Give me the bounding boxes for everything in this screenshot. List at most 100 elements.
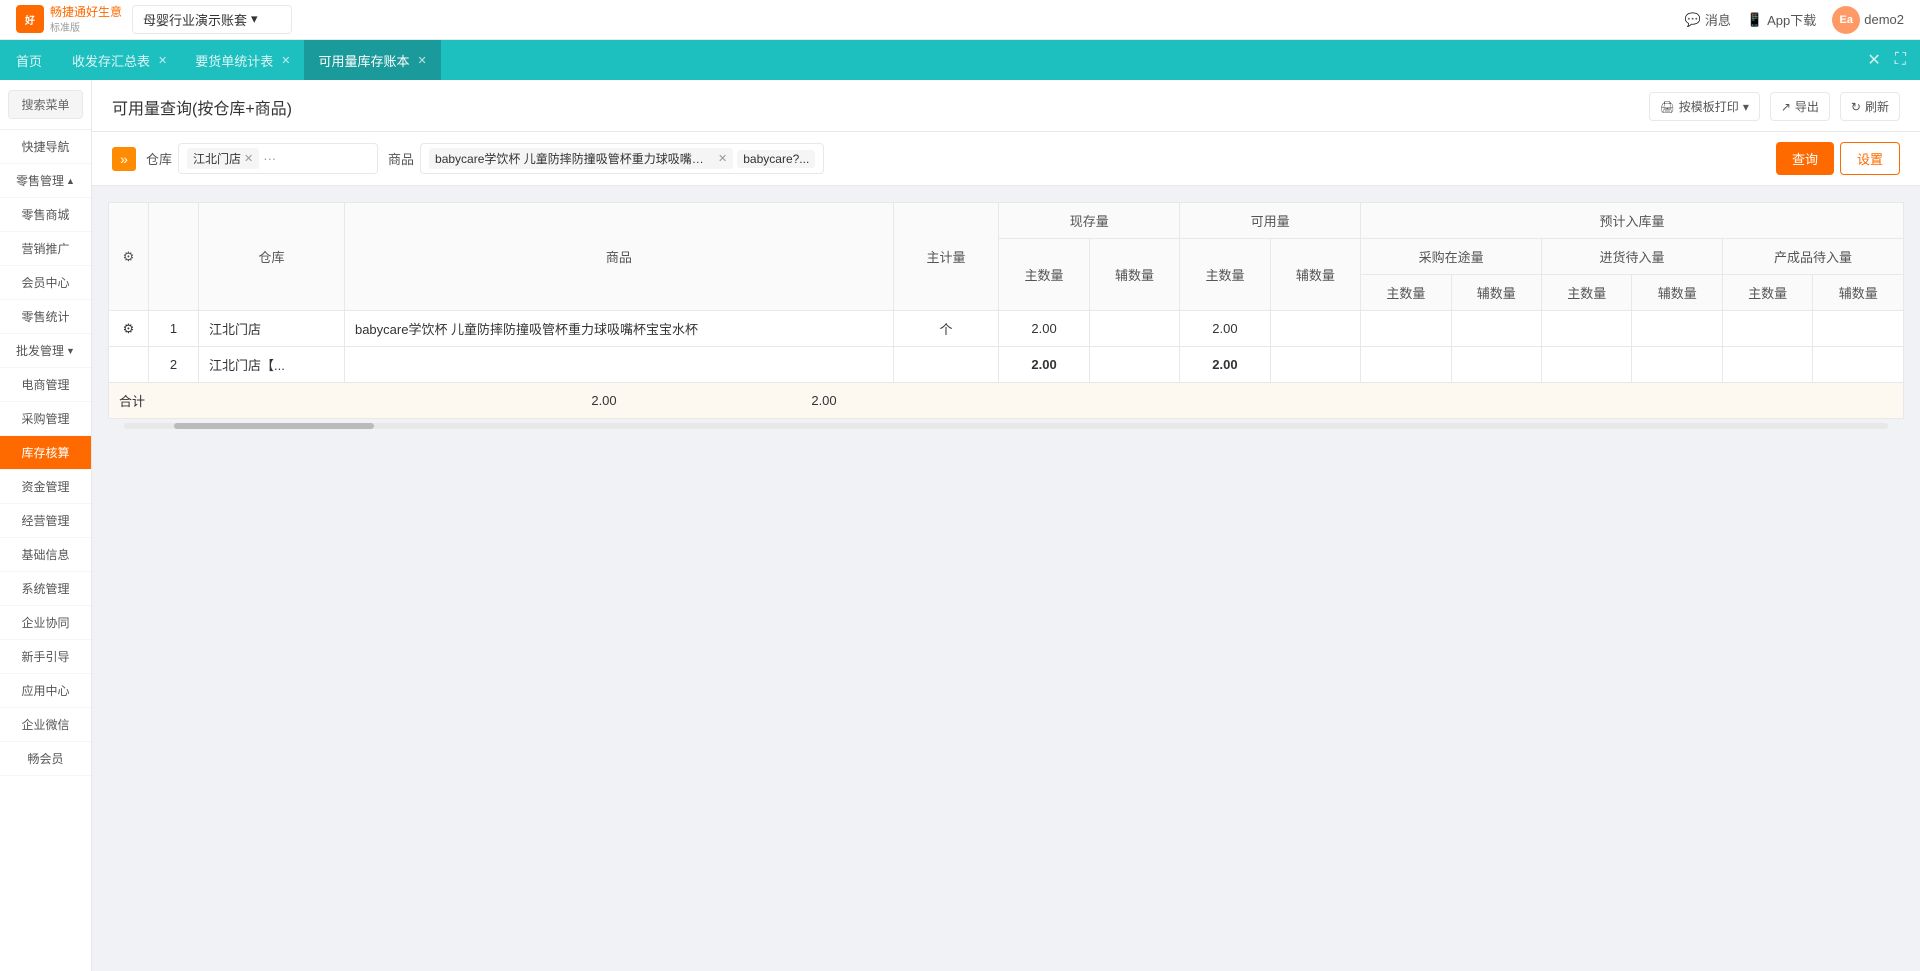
refresh-icon: ↻: [1851, 100, 1861, 114]
logo-area: 好 畅捷通好生意 标准版: [16, 5, 122, 34]
warehouse-label: 仓库: [146, 149, 172, 168]
sidebar-item-ecommerce[interactable]: 电商管理: [0, 368, 91, 402]
th-product-incoming-main: 主数量: [1722, 275, 1812, 311]
refresh-btn[interactable]: ↻ 刷新: [1840, 92, 1900, 121]
tab-available-stock[interactable]: 可用量库存账本 ✕: [304, 40, 440, 80]
th-available-main: 主数量: [1180, 239, 1270, 311]
sidebar-item-enterprise-wechat[interactable]: 企业微信: [0, 708, 91, 742]
page-header: 可用量查询(按仓库+商品) 🖨 按模板打印 ▾ ↗ 导出 ↻ 刷新: [92, 80, 1920, 132]
close-icon[interactable]: ✕: [281, 54, 290, 67]
expand-tabs[interactable]: ⛶: [1891, 51, 1910, 69]
th-settings: ⚙: [109, 203, 149, 311]
sidebar-item-enterprise-collab[interactable]: 企业协同: [0, 606, 91, 640]
product-label: 商品: [388, 149, 414, 168]
sidebar-item-quick-nav[interactable]: 快捷导航: [0, 130, 91, 164]
sidebar-item-marketing[interactable]: 营销推广: [0, 232, 91, 266]
th-available-group: 可用量: [1180, 203, 1361, 239]
th-main-unit: 主计量: [893, 203, 999, 311]
footer-available-main: 2.00: [769, 393, 879, 408]
th-product-incoming-aux: 辅数量: [1813, 275, 1904, 311]
th-incoming-group: 进货待入量: [1542, 239, 1723, 275]
tab-collections[interactable]: 收发存汇总表 ✕: [58, 40, 181, 80]
sidebar-item-purchase-mgmt[interactable]: 采购管理: [0, 402, 91, 436]
th-num: [149, 203, 199, 311]
query-btn[interactable]: 查询: [1776, 142, 1834, 175]
filter-actions: 查询 设置: [1776, 142, 1900, 175]
sidebar-item-app-center[interactable]: 应用中心: [0, 674, 91, 708]
warehouse-filter-group: 仓库 江北门店 ✕ ···: [146, 143, 378, 174]
nav-tabs-right: ✕ ⛶: [1863, 40, 1920, 80]
th-expected-in-group: 预计入库量: [1361, 203, 1904, 239]
user-menu[interactable]: Ea demo2: [1832, 6, 1904, 34]
nav-tabs: 首页 收发存汇总表 ✕ 要货单统计表 ✕ 可用量库存账本 ✕ ✕ ⛶: [0, 40, 1920, 80]
footer-label: 合计: [119, 391, 549, 410]
close-icon[interactable]: ✕: [418, 54, 427, 67]
tab-home[interactable]: 首页: [0, 40, 58, 80]
logo-icon: 好: [16, 5, 44, 33]
download-icon: 📱: [1747, 12, 1763, 28]
product-tag-1: babycare学饮杯 儿童防摔防撞吸管杯重力球吸嘴杯宝宝水杯 ✕: [429, 148, 733, 169]
th-incoming-main: 主数量: [1542, 275, 1632, 311]
sidebar-item-member-center[interactable]: 会员中心: [0, 266, 91, 300]
filter-area: » 仓库 江北门店 ✕ ··· 商品 babycare学饮杯 儿童防摔防撞吸管杯…: [92, 132, 1920, 186]
sidebar-item-inventory[interactable]: 库存核算: [0, 436, 91, 470]
top-bar: 好 畅捷通好生意 标准版 母婴行业演示账套 ▾ 💬 消息 📱 App下载 Ea …: [0, 0, 1920, 40]
th-incoming-aux: 辅数量: [1632, 275, 1722, 311]
sidebar-item-operations[interactable]: 经营管理: [0, 504, 91, 538]
export-icon: ↗: [1781, 100, 1791, 114]
app-download-btn[interactable]: 📱 App下载: [1747, 10, 1816, 29]
sidebar-item-new-guide[interactable]: 新手引导: [0, 640, 91, 674]
sidebar-item-basic-info[interactable]: 基础信息: [0, 538, 91, 572]
th-current-stock-group: 现存量: [999, 203, 1180, 239]
warehouse-tag: 江北门店 ✕: [187, 148, 259, 169]
table-row: ⚙ 1 江北门店 babycare学饮杯 儿童防摔防撞吸管杯重力球吸嘴杯宝宝水杯…: [109, 311, 1904, 347]
remove-warehouse-tag[interactable]: ✕: [244, 152, 253, 165]
chevron-down-icon: ▾: [1743, 100, 1749, 114]
sidebar-item-finance[interactable]: 资金管理: [0, 470, 91, 504]
top-bar-right: 💬 消息 📱 App下载 Ea demo2: [1685, 6, 1904, 34]
table-row: 2 江北门店【... 2.00 2.00: [109, 347, 1904, 383]
filter-expand-btn[interactable]: »: [112, 147, 136, 171]
th-warehouse: 仓库: [199, 203, 345, 311]
scroll-bar-thumb[interactable]: [174, 423, 374, 429]
th-purchase-transit-aux: 辅数量: [1451, 275, 1541, 311]
th-current-main: 主数量: [999, 239, 1089, 311]
scroll-bar-container: [108, 419, 1904, 433]
th-purchase-transit-group: 采购在途量: [1361, 239, 1542, 275]
template-print-btn[interactable]: 🖨 按模板打印 ▾: [1649, 92, 1760, 121]
sidebar-search: 搜索菜单: [0, 80, 91, 130]
data-table: ⚙ 仓库 商品 主计量 现存量 可用量 预计入库量 主数量 辅数量 主数量 辅数…: [108, 202, 1904, 383]
close-all-tabs[interactable]: ✕: [1863, 50, 1884, 70]
sidebar-item-wholesale-mgmt[interactable]: 批发管理 ▼: [0, 334, 91, 368]
table-footer: 合计 2.00 2.00: [108, 383, 1904, 419]
footer-current-main: 2.00: [549, 393, 659, 408]
sidebar-item-retail-mgmt[interactable]: 零售管理 ▲: [0, 164, 91, 198]
remove-product-tag1[interactable]: ✕: [718, 152, 727, 165]
product-input[interactable]: babycare学饮杯 儿童防摔防撞吸管杯重力球吸嘴杯宝宝水杯 ✕ babyca…: [420, 143, 824, 174]
warehouse-input[interactable]: 江北门店 ✕ ···: [178, 143, 378, 174]
table-container: ⚙ 仓库 商品 主计量 现存量 可用量 预计入库量 主数量 辅数量 主数量 辅数…: [92, 186, 1920, 971]
page-header-actions: 🖨 按模板打印 ▾ ↗ 导出 ↻ 刷新: [1649, 92, 1900, 131]
settings-btn[interactable]: 设置: [1840, 142, 1900, 175]
chevron-up-icon: ▲: [66, 176, 75, 186]
search-menu-btn[interactable]: 搜索菜单: [8, 90, 83, 119]
messages-btn[interactable]: 💬 消息: [1685, 10, 1731, 29]
org-selector[interactable]: 母婴行业演示账套 ▾: [132, 5, 292, 34]
product-tag-2: babycare?...: [737, 150, 815, 168]
close-icon[interactable]: ✕: [158, 54, 167, 67]
th-current-aux: 辅数量: [1089, 239, 1179, 311]
message-icon: 💬: [1685, 12, 1701, 28]
export-btn[interactable]: ↗ 导出: [1770, 92, 1830, 121]
chevron-down-icon: ▼: [66, 346, 75, 356]
sidebar-item-retail-stats[interactable]: 零售统计: [0, 300, 91, 334]
content-area: 可用量查询(按仓库+商品) 🖨 按模板打印 ▾ ↗ 导出 ↻ 刷新 »: [92, 80, 1920, 971]
scroll-bar-track: [124, 423, 1888, 429]
print-icon: 🖨: [1660, 100, 1675, 114]
th-product: 商品: [344, 203, 893, 311]
sidebar-item-member[interactable]: 畅会员: [0, 742, 91, 776]
sidebar-item-retail-mall[interactable]: 零售商城: [0, 198, 91, 232]
sidebar-item-system-mgmt[interactable]: 系统管理: [0, 572, 91, 606]
top-bar-left: 好 畅捷通好生意 标准版 母婴行业演示账套 ▾: [16, 5, 292, 34]
th-available-aux: 辅数量: [1270, 239, 1360, 311]
tab-order-stats[interactable]: 要货单统计表 ✕: [181, 40, 304, 80]
